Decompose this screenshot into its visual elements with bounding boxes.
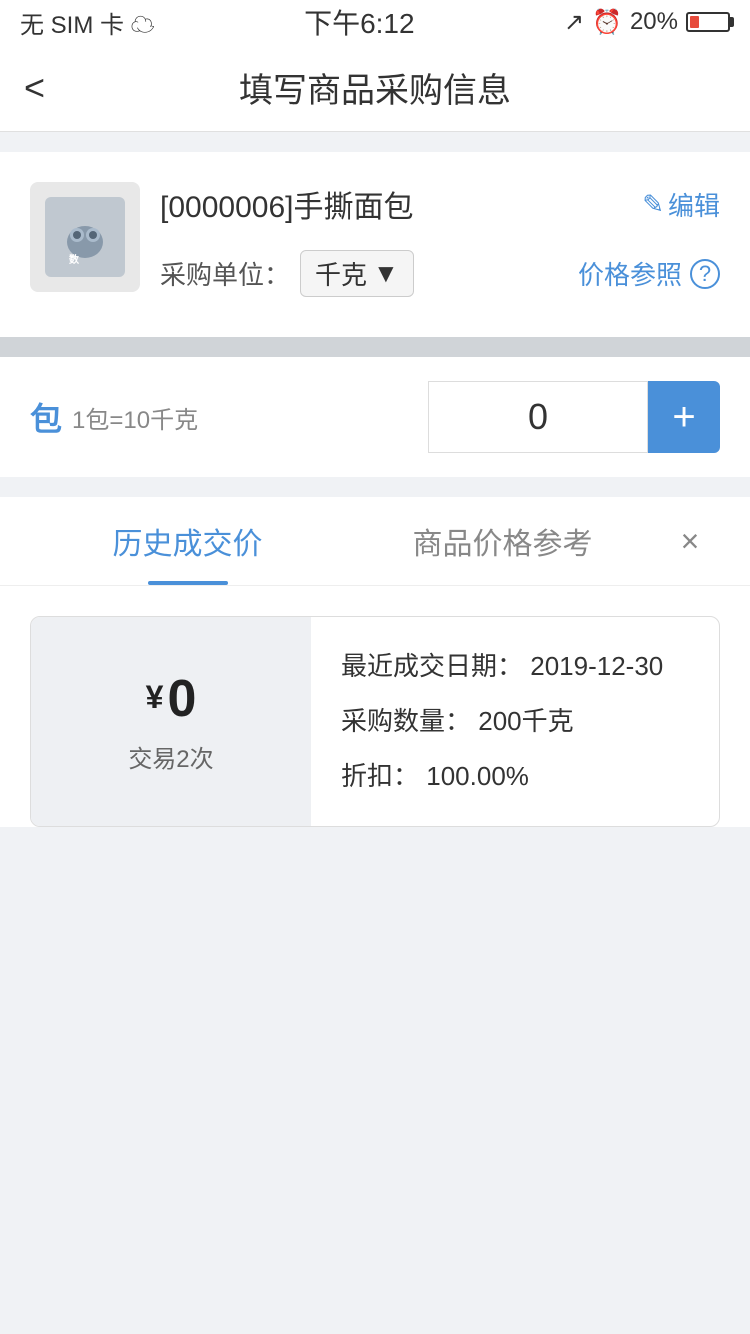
svg-text:数: 数	[69, 253, 80, 266]
battery-icon	[686, 12, 730, 32]
trade-price-value: 0	[167, 669, 196, 729]
chevron-down-icon: ▼	[373, 258, 399, 289]
edit-button[interactable]: ✎ 编辑	[642, 186, 720, 223]
trade-date-row: 最近成交日期： 2019-12-30	[341, 647, 689, 686]
trade-card: ¥ 0 交易2次 最近成交日期： 2019-12-30 采购数量： 200千克 …	[30, 616, 720, 827]
unit-value: 千克	[315, 255, 367, 292]
product-image: 数	[30, 182, 140, 292]
back-button[interactable]: <	[24, 67, 45, 109]
tab-bar: 历史成交价 商品价格参考 ×	[0, 497, 750, 586]
trade-count: 交易2次	[128, 739, 213, 774]
edit-icon: ✎	[642, 189, 664, 220]
price-ref-button[interactable]: 价格参照 ?	[578, 255, 720, 292]
unit-small-label: 1包=10千克	[72, 400, 198, 435]
recent-date-label: 最近成交日期：	[341, 651, 523, 681]
alarm-icon: ⏰	[592, 8, 622, 37]
status-left: 无 SIM 卡 ☁	[20, 5, 155, 40]
info-icon: ?	[690, 259, 720, 289]
unit-select[interactable]: 千克 ▼	[300, 250, 414, 297]
unit-big-label: 包	[30, 394, 62, 440]
page-title: 填写商品采购信息	[239, 63, 511, 112]
currency-symbol: ¥	[146, 679, 164, 716]
quantity-unit: 包 1包=10千克	[30, 394, 198, 440]
price-ref-label: 价格参照	[578, 255, 682, 292]
quantity-value: 200千克	[478, 706, 573, 736]
trade-quantity-row: 采购数量： 200千克	[341, 702, 689, 741]
unit-row: 采购单位： 千克 ▼ 价格参照 ?	[160, 250, 720, 297]
sim-status: 无 SIM 卡 ☁	[20, 5, 155, 40]
product-name-row: [0000006]手撕面包 ✎ 编辑	[160, 182, 720, 226]
tab-history-price[interactable]: 历史成交价	[30, 497, 345, 585]
nav-bar: < 填写商品采购信息	[0, 44, 750, 132]
trade-price: ¥ 0	[146, 669, 197, 729]
quantity-input-group: +	[428, 381, 720, 453]
product-header: 数 [0000006]手撕面包 ✎ 编辑 采购单位： 千克	[30, 182, 720, 297]
product-thumbnail: 数	[45, 197, 125, 277]
quantity-plus-button[interactable]: +	[648, 381, 720, 453]
quantity-label: 采购数量：	[341, 706, 471, 736]
product-info: [0000006]手撕面包 ✎ 编辑 采购单位： 千克 ▼	[160, 182, 720, 297]
product-logo-icon: 数	[55, 207, 115, 267]
trade-card-right: 最近成交日期： 2019-12-30 采购数量： 200千克 折扣： 100.0…	[311, 617, 719, 826]
unit-label: 采购单位：	[160, 255, 290, 292]
product-card: 数 [0000006]手撕面包 ✎ 编辑 采购单位： 千克	[0, 152, 750, 337]
edit-label: 编辑	[668, 186, 720, 223]
divider-bar	[0, 337, 750, 357]
quantity-input[interactable]	[428, 381, 648, 453]
location-icon: ↗	[564, 8, 584, 37]
status-right: ↗ ⏰ 20%	[564, 8, 730, 37]
quantity-row: 包 1包=10千克 +	[0, 357, 750, 477]
page: 无 SIM 卡 ☁ 下午6:12 ↗ ⏰ 20% < 填写商品采购信息	[0, 0, 750, 1334]
battery-text: 20%	[630, 8, 678, 36]
recent-date-value: 2019-12-30	[530, 651, 663, 681]
discount-value: 100.00%	[426, 761, 529, 791]
discount-label: 折扣：	[341, 761, 419, 791]
bottom-panel: 历史成交价 商品价格参考 × ¥ 0 交易2次 最近成交日期： 2019-12-…	[0, 497, 750, 827]
tab-product-price[interactable]: 商品价格参考	[345, 497, 660, 585]
tab-close-button[interactable]: ×	[660, 497, 720, 585]
status-time: 下午6:12	[304, 2, 415, 42]
product-name: [0000006]手撕面包	[160, 182, 413, 226]
status-bar: 无 SIM 卡 ☁ 下午6:12 ↗ ⏰ 20%	[0, 0, 750, 44]
trade-discount-row: 折扣： 100.00%	[341, 757, 689, 796]
trade-card-left: ¥ 0 交易2次	[31, 617, 311, 826]
